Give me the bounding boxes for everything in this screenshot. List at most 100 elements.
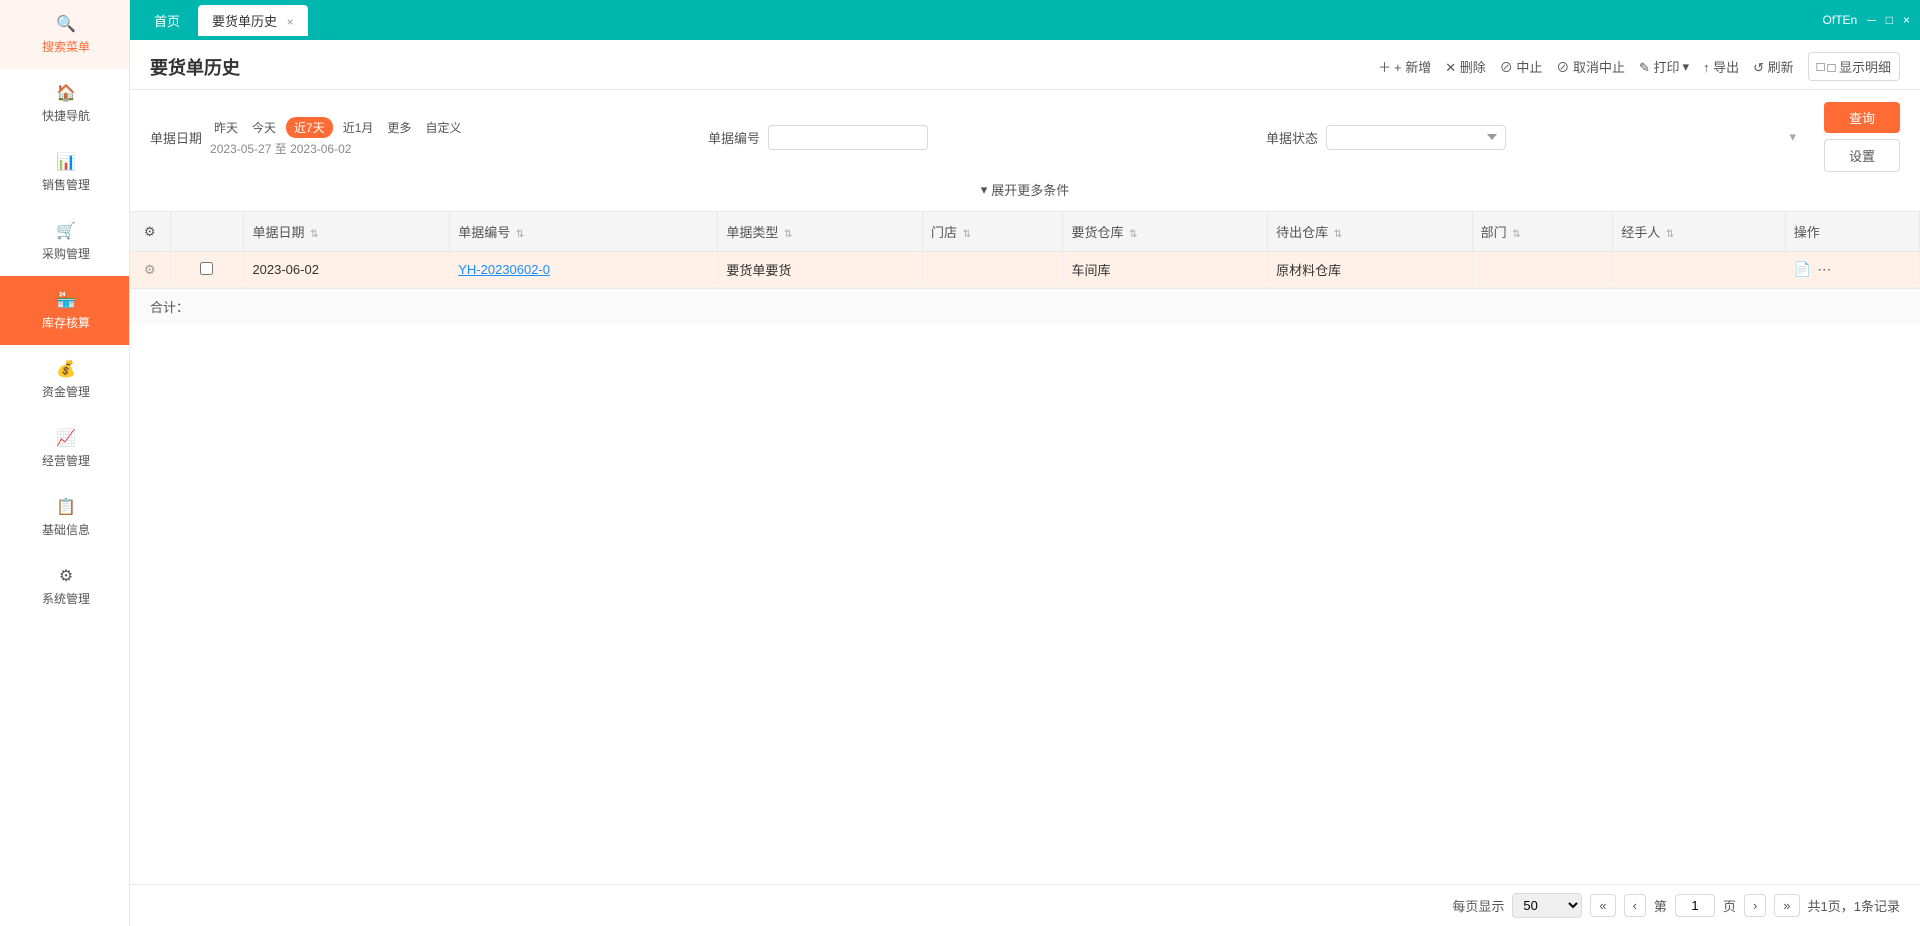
date-shortcut-近7天[interactable]: 近7天: [286, 117, 333, 138]
sidebar-item-operations[interactable]: 📈经营管理: [0, 414, 129, 483]
settings-button[interactable]: 设置: [1824, 139, 1900, 172]
export-label: ↑ 导出: [1703, 57, 1739, 76]
sidebar-item-basic-info[interactable]: 📋 基础信息: [0, 483, 129, 552]
suspend-label: ⊘ 中止: [1500, 57, 1543, 76]
print-button[interactable]: ✎ 打印 ▾: [1639, 57, 1689, 76]
sidebar-item-label: 系统管理: [42, 590, 90, 607]
pagination-bar: 每页显示 102050100 « ‹ 第 页 › » 共1页，1条记录: [130, 884, 1920, 926]
delete-button[interactable]: ✕ 删除: [1445, 57, 1486, 76]
action-buttons: 查询 设置: [1824, 102, 1900, 172]
date-shortcut-更多[interactable]: 更多: [383, 117, 415, 138]
sidebar-item-quick-nav[interactable]: 🏠快捷导航: [0, 69, 129, 138]
first-page-btn[interactable]: «: [1590, 894, 1615, 917]
tab-home[interactable]: 首页: [140, 5, 194, 36]
date-shortcut-昨天[interactable]: 昨天: [210, 117, 242, 138]
sidebar-item-label: 快捷导航: [42, 107, 90, 124]
page-size-select[interactable]: 102050100: [1512, 893, 1582, 918]
th-req_warehouse[interactable]: 要货仓库 ⇅: [1063, 212, 1268, 252]
row-edit-icon[interactable]: 📄: [1794, 261, 1811, 278]
th-operation: 操作: [1785, 212, 1919, 252]
table-header: ⚙单据日期 ⇅单据编号 ⇅单据类型 ⇅门店 ⇅要货仓库 ⇅待出仓库 ⇅部门 ⇅经…: [130, 212, 1920, 252]
date-shortcuts: 昨天今天近7天近1月更多自定义: [210, 117, 465, 138]
row-doc-no[interactable]: YH-20230602-0: [450, 252, 718, 288]
last-page-btn[interactable]: »: [1774, 894, 1799, 917]
next-page-btn[interactable]: ›: [1744, 894, 1766, 917]
new-icon: ＋: [1378, 57, 1391, 76]
cancel-suspend-button[interactable]: ⊘ 取消中止: [1556, 57, 1625, 76]
th-dept[interactable]: 部门 ⇅: [1472, 212, 1613, 252]
th-checkbox: [170, 212, 244, 252]
window-min-btn[interactable]: ─: [1867, 13, 1876, 27]
row-dept: [1472, 252, 1613, 288]
row-operations: 📄 ⋯: [1785, 252, 1919, 288]
th-doc_no[interactable]: 单据编号 ⇅: [450, 212, 718, 252]
show-detail-button[interactable]: □ □ 显示明细: [1808, 52, 1900, 81]
row-checkbox-input[interactable]: [200, 262, 213, 275]
doc-no-label: 单据编号: [708, 128, 760, 147]
new-button[interactable]: ＋ + 新增: [1378, 57, 1431, 76]
basic-info-icon: 📋: [56, 497, 76, 517]
refresh-button[interactable]: ↺ 刷新: [1753, 57, 1794, 76]
sidebar-item-label: 搜索菜单: [42, 38, 90, 55]
th-handler[interactable]: 经手人 ⇅: [1613, 212, 1786, 252]
table-row[interactable]: ⚙ 2023-06-02 YH-20230602-0 要货单要货 车间库 原材料…: [130, 252, 1920, 288]
cancel-suspend-label: ⊘ 取消中止: [1556, 57, 1625, 76]
th-store[interactable]: 门店 ⇅: [922, 212, 1063, 252]
sales-icon: 📊: [56, 152, 76, 172]
show-detail-label: □ 显示明细: [1828, 57, 1891, 76]
expand-more-button[interactable]: ▾ 展开更多条件: [150, 180, 1900, 199]
sidebar-item-purchase[interactable]: 🛒采购管理: [0, 207, 129, 276]
date-shortcut-近1月[interactable]: 近1月: [339, 117, 378, 138]
tab-active-label: 要货单历史: [212, 14, 277, 29]
query-button[interactable]: 查询: [1824, 102, 1900, 133]
sidebar: 🔍 搜索菜单 🏠快捷导航📊销售管理🛒采购管理🏪库存核算💰资金管理📈经营管理 📋 基础信息…: [0, 0, 130, 926]
th-pending_warehouse[interactable]: 待出仓库 ⇅: [1268, 212, 1473, 252]
suspend-button[interactable]: ⊘ 中止: [1500, 57, 1543, 76]
window-max-btn[interactable]: □: [1886, 13, 1893, 27]
th-date[interactable]: 单据日期 ⇅: [244, 212, 450, 252]
date-filter-label: 单据日期: [150, 128, 202, 147]
row-settings[interactable]: ⚙: [130, 252, 170, 288]
expand-more-icon: ▾: [981, 182, 988, 198]
sidebar-item-finance[interactable]: 💰资金管理: [0, 345, 129, 414]
sidebar-item-label: 基础信息: [42, 521, 90, 538]
page-label: 第: [1654, 896, 1667, 915]
date-shortcut-自定义[interactable]: 自定义: [421, 117, 465, 138]
sidebar-item-inventory[interactable]: 🏪库存核算: [0, 276, 129, 345]
topbar: 首页 要货单历史 × OfTEn ─ □ ×: [130, 0, 1920, 40]
doc-no-input[interactable]: [768, 125, 928, 150]
per-page-label: 每页显示: [1452, 896, 1504, 915]
status-label: 单据状态: [1266, 128, 1318, 147]
table-body: ⚙ 2023-06-02 YH-20230602-0 要货单要货 车间库 原材料…: [130, 252, 1920, 288]
search-icon: 🔍: [56, 14, 76, 34]
doc-no-filter-group: 单据编号: [708, 125, 1246, 150]
date-filter-group: 单据日期 昨天今天近7天近1月更多自定义 2023-05-27 至 2023-0…: [150, 117, 688, 157]
sidebar-item-system[interactable]: ⚙ 系统管理: [0, 552, 129, 621]
sidebar-item-sales[interactable]: 📊销售管理: [0, 138, 129, 207]
prev-page-btn[interactable]: ‹: [1624, 894, 1646, 917]
tab-active[interactable]: 要货单历史 ×: [198, 5, 308, 36]
table-footer: 合计：: [130, 288, 1920, 324]
table-area: ⚙ 单据日期 ⇅单据编号 ⇅单据类型 ⇅门店 ⇅要货仓库 ⇅待出仓库 ⇅部门 ⇅经…: [130, 212, 1920, 884]
sidebar-item-label: 采购管理: [42, 245, 90, 262]
inventory-icon: 🏪: [56, 290, 76, 310]
row-more-icon[interactable]: ⋯: [1817, 261, 1831, 278]
system-icon: ⚙: [59, 566, 73, 586]
filter-area: 单据日期 昨天今天近7天近1月更多自定义 2023-05-27 至 2023-0…: [130, 90, 1920, 212]
sidebar-item-search[interactable]: 🔍 搜索菜单: [0, 0, 129, 69]
page-title: 要货单历史: [150, 54, 1378, 80]
page-input[interactable]: [1675, 894, 1715, 917]
print-dropdown-icon: ▾: [1683, 59, 1690, 75]
row-date: 2023-06-02: [244, 252, 450, 288]
status-select[interactable]: [1326, 125, 1506, 150]
sidebar-item-label: 资金管理: [42, 383, 90, 400]
row-handler: [1613, 252, 1786, 288]
export-button[interactable]: ↑ 导出: [1703, 57, 1739, 76]
brand-label: OfTEn: [1823, 13, 1858, 27]
tab-close-icon[interactable]: ×: [287, 15, 294, 29]
date-shortcut-今天[interactable]: 今天: [248, 117, 280, 138]
th-doc_type[interactable]: 单据类型 ⇅: [718, 212, 923, 252]
print-label: ✎ 打印: [1639, 57, 1680, 76]
row-checkbox[interactable]: [170, 252, 244, 288]
window-close-btn[interactable]: ×: [1903, 13, 1910, 27]
